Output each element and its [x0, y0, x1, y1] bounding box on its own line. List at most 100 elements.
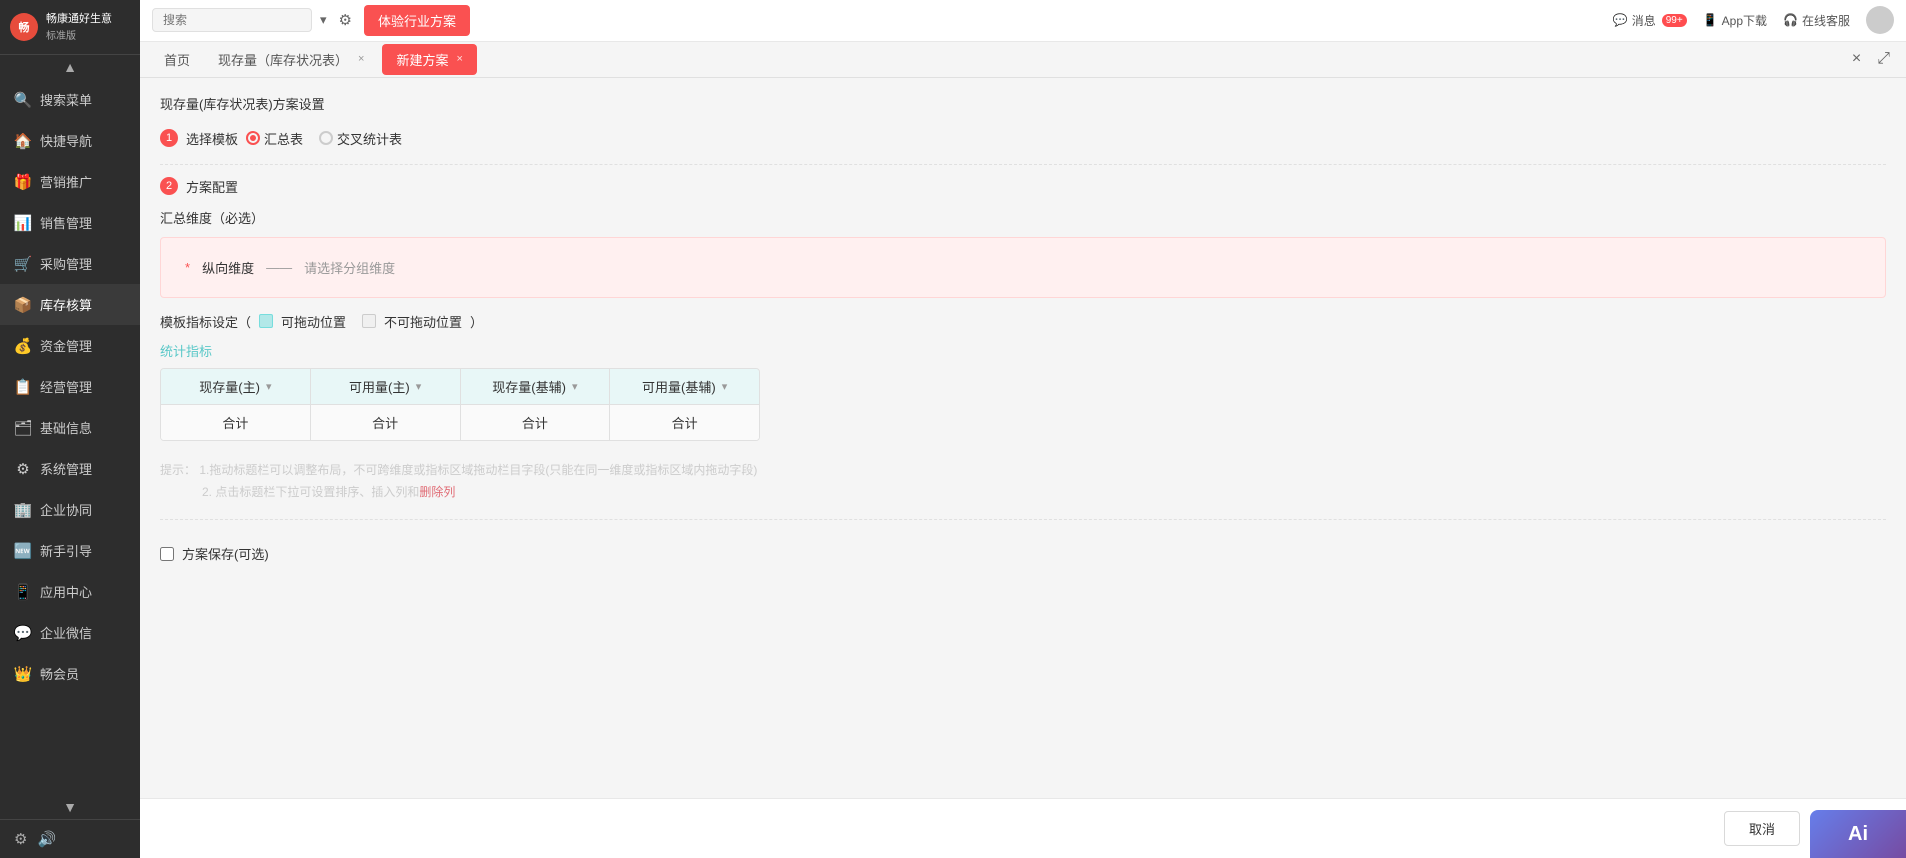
sidebar-item-label: 应用中心 — [40, 582, 92, 601]
sidebar-item-basic[interactable]: 🗂 基础信息 — [0, 407, 140, 448]
sidebar-item-guide[interactable]: 🆕 新手引导 — [0, 530, 140, 571]
sidebar-item-search[interactable]: 🔍 搜索菜单 — [0, 79, 140, 120]
user-avatar[interactable] — [1866, 6, 1894, 34]
sidebar-item-system[interactable]: ⚙ 系统管理 — [0, 448, 140, 489]
online-service-button[interactable]: 🎧 在线客服 — [1783, 12, 1850, 29]
content-wrapper: 现存量(库存状况表)方案设置 1 选择模板 汇总表 交叉统计表 — [140, 78, 1906, 858]
sidebar-item-label: 新手引导 — [40, 541, 92, 560]
speaker-icon[interactable]: 🔊 — [37, 830, 56, 848]
save-row: 方案保存(可选) — [160, 532, 1886, 575]
clipboard-icon: 📋 — [14, 378, 32, 396]
panel-close-button[interactable]: × — [1846, 48, 1867, 70]
tabbar: 首页 现存量（库存状况表） × 新建方案 × × ⤢ — [140, 42, 1906, 78]
topbar-right: 💬 消息 99+ 📱 App下载 🎧 在线客服 — [1613, 6, 1894, 34]
ai-fab-button[interactable]: Ai — [1810, 810, 1906, 858]
money-icon: 💰 — [14, 337, 32, 355]
gift-icon: 🎁 — [14, 173, 32, 191]
col-avail-aux-header[interactable]: 可用量(基辅) ▾ — [610, 369, 759, 404]
sidebar-nav: 🔍 搜索菜单 🏠 快捷导航 🎁 营销推广 📊 销售管理 🛒 采购管理 📦 库存核… — [0, 79, 140, 795]
sidebar-item-vip[interactable]: 👑 畅会员 — [0, 653, 140, 694]
message-label: 消息 — [1632, 12, 1656, 29]
app-download-button[interactable]: 📱 App下载 — [1703, 12, 1767, 29]
divider2 — [160, 519, 1886, 520]
sidebar-item-finance[interactable]: 💰 资金管理 — [0, 325, 140, 366]
headset-icon: 🎧 — [1783, 13, 1798, 27]
sidebar-item-shortcut[interactable]: 🏠 快捷导航 — [0, 120, 140, 161]
new-icon: 🆕 — [14, 542, 32, 560]
message-button[interactable]: 💬 消息 99+ — [1613, 12, 1687, 29]
tab-new-scheme[interactable]: 新建方案 × — [382, 44, 476, 75]
dimension-row: * 纵向维度 —— 请选择分组维度 — [185, 258, 1861, 277]
sidebar-item-wechat[interactable]: 💬 企业微信 — [0, 612, 140, 653]
col-aux-qty-arrow: ▾ — [572, 380, 578, 393]
col-avail-aux-label: 可用量(基辅) — [642, 377, 716, 396]
main-qty-summary-text: 合计 — [222, 413, 248, 432]
aggregate-label: 汇总维度（必选） — [160, 208, 1886, 227]
draggable-legend-box — [259, 314, 273, 328]
indicator-setting-label: 模板指标设定（ 可拖动位置 不可拖动位置 ） — [160, 312, 1886, 331]
sidebar-item-sales[interactable]: 📊 销售管理 — [0, 202, 140, 243]
step2-badge: 2 — [160, 177, 178, 195]
sidebar-item-purchase[interactable]: 🛒 采购管理 — [0, 243, 140, 284]
search-input[interactable] — [152, 8, 312, 32]
sidebar-item-label: 库存核算 — [40, 295, 92, 314]
cancel-button[interactable]: 取消 — [1724, 811, 1800, 846]
tab-new-close[interactable]: × — [456, 53, 462, 65]
radio-cross[interactable]: 交叉统计表 — [319, 129, 402, 148]
step1-section: 1 选择模板 汇总表 交叉统计表 — [160, 129, 1886, 148]
save-checkbox[interactable] — [160, 547, 174, 561]
stats-table-body: 合计 合计 合计 合计 — [161, 404, 759, 440]
message-badge: 99+ — [1662, 14, 1687, 27]
tip2: 2. 点击标题栏下拉可设置排序、插入列和删除列 — [160, 482, 1886, 504]
settings-footer-icon[interactable]: ⚙ — [14, 830, 27, 848]
app-download-label: App下载 — [1722, 12, 1767, 29]
tab-inventory-label: 现存量（库存状况表） — [218, 50, 348, 69]
stats-title: 统计指标 — [160, 341, 1886, 360]
tab-home[interactable]: 首页 — [150, 42, 204, 77]
col-main-qty-header[interactable]: 现存量(主) ▾ — [161, 369, 311, 404]
sidebar-item-inventory[interactable]: 📦 库存核算 — [0, 284, 140, 325]
radio-summary[interactable]: 汇总表 — [246, 129, 303, 148]
stats-section: 统计指标 现存量(主) ▾ 可用量(主) ▾ — [160, 341, 1886, 444]
indicator-suffix: ） — [470, 312, 483, 331]
topbar-dropdown-button[interactable]: ▾ — [320, 12, 327, 28]
radio-cross-dot — [319, 131, 333, 145]
sidebar-item-label: 快捷导航 — [40, 131, 92, 150]
save-label: 方案保存(可选) — [182, 544, 269, 563]
tips-section: 提示： 1.拖动标题栏可以调整布局，不可跨维度或指标区域拖动栏目字段(只能在同一… — [160, 460, 1886, 503]
sidebar-item-marketing[interactable]: 🎁 营销推广 — [0, 161, 140, 202]
radio-cross-label: 交叉统计表 — [337, 129, 402, 148]
app-icon: 📱 — [14, 583, 32, 601]
sidebar-item-apps[interactable]: 📱 应用中心 — [0, 571, 140, 612]
sidebar-scroll-down[interactable]: ▼ — [0, 795, 140, 819]
sidebar-item-operations[interactable]: 📋 经营管理 — [0, 366, 140, 407]
sidebar-item-label: 基础信息 — [40, 418, 92, 437]
panel-expand-button[interactable]: ⤢ — [1871, 48, 1896, 70]
col-main-qty-summary: 合计 — [161, 404, 311, 440]
folder-icon: 🗂 — [14, 419, 32, 437]
col-avail-main-summary: 合计 — [311, 404, 461, 440]
topbar-gear-button[interactable]: ⚙ — [339, 11, 352, 29]
sidebar-item-corp[interactable]: 🏢 企业协同 — [0, 489, 140, 530]
nondraggable-legend-box — [362, 314, 376, 328]
tab-inventory-status[interactable]: 现存量（库存状况表） × — [204, 42, 378, 77]
radio-summary-dot — [246, 131, 260, 145]
dimension-dash: —— — [266, 260, 292, 275]
step2-header: 2 方案配置 — [160, 177, 1886, 196]
industry-scheme-button[interactable]: 体验行业方案 — [364, 5, 470, 36]
sidebar-item-label: 畅会员 — [40, 664, 79, 683]
dimension-placeholder[interactable]: 请选择分组维度 — [304, 258, 395, 277]
col-aux-qty-label: 现存量(基辅) — [492, 377, 566, 396]
step2-section: 2 方案配置 汇总维度（必选） * 纵向维度 —— 请选择分组维度 模板指标设定… — [160, 177, 1886, 503]
topbar: ▾ ⚙ 体验行业方案 💬 消息 99+ 📱 App下载 🎧 在线客服 — [140, 0, 1906, 42]
col-main-qty-arrow: ▾ — [266, 380, 272, 393]
col-avail-main-header[interactable]: 可用量(主) ▾ — [311, 369, 461, 404]
tip1: 提示： 1.拖动标题栏可以调整布局，不可跨维度或指标区域拖动栏目字段(只能在同一… — [160, 460, 1886, 482]
col-aux-qty-header[interactable]: 现存量(基辅) ▾ — [461, 369, 611, 404]
aux-qty-summary-text: 合计 — [522, 413, 548, 432]
chart-icon: 📊 — [14, 214, 32, 232]
sidebar-item-label: 企业协同 — [40, 500, 92, 519]
tab-inventory-close[interactable]: × — [358, 53, 364, 65]
divider1 — [160, 164, 1886, 165]
sidebar-scroll-up[interactable]: ▲ — [0, 55, 140, 79]
